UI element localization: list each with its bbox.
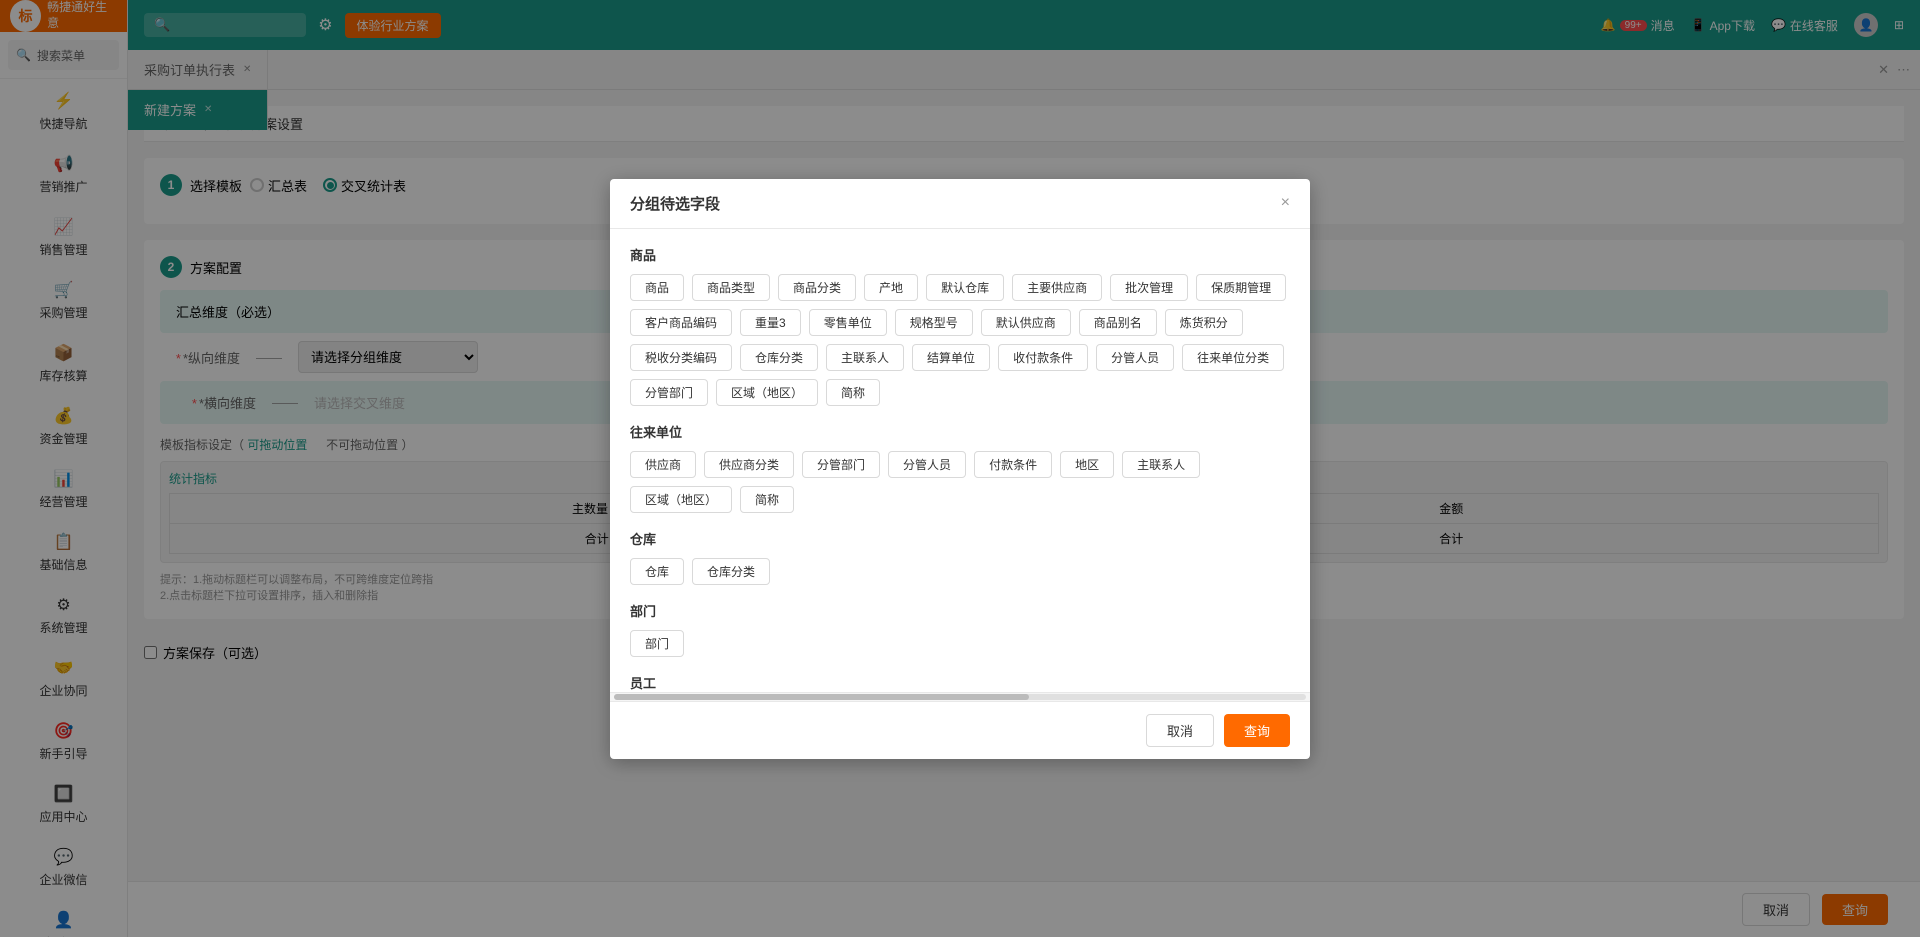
field-tag[interactable]: 分管部门	[802, 451, 880, 478]
field-tag[interactable]: 地区	[1060, 451, 1114, 478]
field-section-title-department: 部门	[630, 601, 1290, 620]
modal-title: 分组待选字段	[630, 193, 720, 214]
field-tags-partner: 供应商供应商分类分管部门分管人员付款条件地区主联系人区域（地区） 简称	[630, 451, 1290, 513]
field-tag[interactable]: 分管人员	[1096, 344, 1174, 371]
field-tag[interactable]: 默认供应商	[981, 309, 1071, 336]
field-tag[interactable]: 简称	[740, 486, 794, 513]
field-tag[interactable]: 付款条件	[974, 451, 1052, 478]
field-tag[interactable]: 商品别名	[1079, 309, 1157, 336]
modal-horizontal-scrollbar[interactable]	[610, 692, 1310, 701]
field-tag[interactable]: 默认仓库	[926, 274, 1004, 301]
field-tag[interactable]: 结算单位	[912, 344, 990, 371]
field-tag[interactable]: 部门	[630, 630, 684, 657]
field-section-department: 部门部门	[630, 601, 1290, 657]
confirm-button[interactable]: 查询	[1224, 714, 1290, 747]
field-tag[interactable]: 零售单位	[809, 309, 887, 336]
field-tag[interactable]: 仓库分类	[692, 558, 770, 585]
field-tag[interactable]: 收付款条件	[998, 344, 1088, 371]
field-section-title-goods: 商品	[630, 245, 1290, 264]
field-tag[interactable]: 区域（地区）	[630, 486, 732, 513]
field-tags-warehouse: 仓库仓库分类	[630, 558, 1290, 585]
modal-header: 分组待选字段 ×	[610, 179, 1310, 229]
modal-close-button[interactable]: ×	[1281, 194, 1290, 212]
field-tag[interactable]: 商品分类	[778, 274, 856, 301]
field-tag[interactable]: 主要供应商	[1012, 274, 1102, 301]
field-section-employee: 员工业务员	[630, 673, 1290, 692]
cancel-button[interactable]: 取消	[1146, 714, 1214, 747]
field-tag[interactable]: 仓库	[630, 558, 684, 585]
modal-body: 商品商品商品类型商品分类产地默认仓库主要供应商批次管理保质期管理客户商品编码重量…	[610, 229, 1310, 692]
field-tag[interactable]: 批次管理	[1110, 274, 1188, 301]
field-tag[interactable]: 规格型号	[895, 309, 973, 336]
field-tags-goods: 商品商品类型商品分类产地默认仓库主要供应商批次管理保质期管理客户商品编码重量3 零…	[630, 274, 1290, 406]
field-tag[interactable]: 重量3	[740, 309, 801, 336]
field-section-goods: 商品商品商品类型商品分类产地默认仓库主要供应商批次管理保质期管理客户商品编码重量…	[630, 245, 1290, 406]
field-tag[interactable]: 仓库分类	[740, 344, 818, 371]
field-section-partner: 往来单位供应商供应商分类分管部门分管人员付款条件地区主联系人区域（地区） 简称	[630, 422, 1290, 513]
field-tag[interactable]: 炼货积分	[1165, 309, 1243, 336]
field-tag[interactable]: 供应商分类	[704, 451, 794, 478]
field-tag[interactable]: 分管部门	[630, 379, 708, 406]
field-tag[interactable]: 主联系人	[1122, 451, 1200, 478]
field-tag[interactable]: 区域（地区）	[716, 379, 818, 406]
field-tag[interactable]: 往来单位分类	[1182, 344, 1284, 371]
field-tag[interactable]: 供应商	[630, 451, 696, 478]
field-section-title-employee: 员工	[630, 673, 1290, 692]
modal-overlay: 分组待选字段 × 商品商品商品类型商品分类产地默认仓库主要供应商批次管理保质期管…	[0, 0, 1920, 937]
field-section-title-partner: 往来单位	[630, 422, 1290, 441]
modal-footer: 取消 查询	[610, 701, 1310, 759]
field-tag[interactable]: 商品	[630, 274, 684, 301]
field-tag[interactable]: 分管人员	[888, 451, 966, 478]
field-tag[interactable]: 主联系人	[826, 344, 904, 371]
field-tag[interactable]: 保质期管理	[1196, 274, 1286, 301]
field-section-title-warehouse: 仓库	[630, 529, 1290, 548]
field-tags-department: 部门	[630, 630, 1290, 657]
field-tag[interactable]: 商品类型	[692, 274, 770, 301]
field-select-modal: 分组待选字段 × 商品商品商品类型商品分类产地默认仓库主要供应商批次管理保质期管…	[610, 179, 1310, 759]
field-tag[interactable]: 客户商品编码	[630, 309, 732, 336]
field-tag[interactable]: 简称	[826, 379, 880, 406]
scrollbar-thumb	[614, 694, 1029, 700]
field-tag[interactable]: 产地	[864, 274, 918, 301]
field-tag[interactable]: 税收分类编码	[630, 344, 732, 371]
scrollbar-track	[614, 694, 1306, 700]
field-section-warehouse: 仓库仓库仓库分类	[630, 529, 1290, 585]
